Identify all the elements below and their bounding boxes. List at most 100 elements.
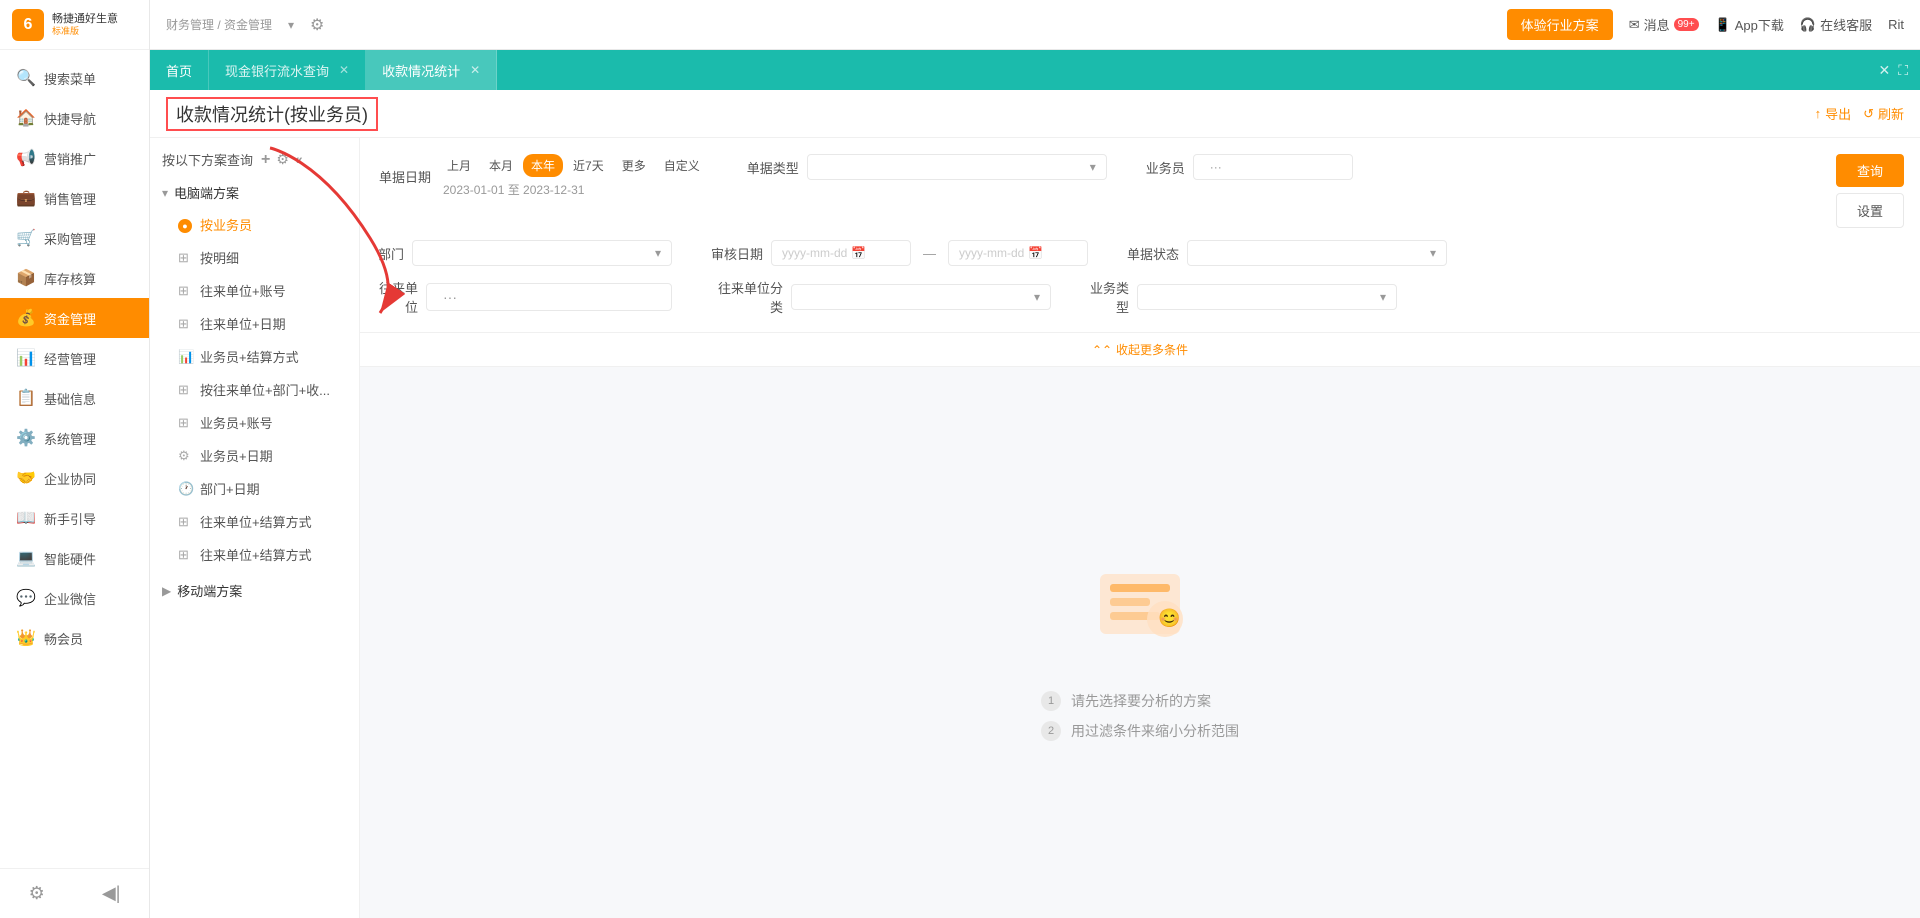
sidebar-item-system[interactable]: ⚙️ 系统管理 <box>0 418 149 458</box>
sidebar-item-purchase[interactable]: 🛒 采购管理 <box>0 218 149 258</box>
dept-select[interactable]: ▾ <box>412 240 672 266</box>
scheme-by-salesperson[interactable]: ● 按业务员 <box>150 208 359 241</box>
tab-receipts-close-icon[interactable]: ✕ <box>470 63 480 77</box>
tab-receipts[interactable]: 收款情况统计 ✕ <box>366 50 497 90</box>
filter-area: 单据日期 上月 本月 本年 近7天 更多 自定义 2023-01-01 至 20… <box>360 138 1920 333</box>
left-panel-header: 按以下方案查询 + ⚙ « <box>150 138 359 177</box>
date-tab-this-year[interactable]: 本年 <box>523 154 563 177</box>
mobile-scheme-header[interactable]: ▶ 移动端方案 <box>150 575 359 606</box>
date-tab-last-month[interactable]: 上月 <box>439 154 479 177</box>
date-tab-custom[interactable]: 自定义 <box>656 154 708 177</box>
scheme-by-detail[interactable]: ⊞ 按明细 <box>150 241 359 274</box>
doc-type-select[interactable]: ▾ <box>807 154 1107 180</box>
export-label: 导出 <box>1825 104 1851 123</box>
page-header: 收款情况统计(按业务员) ↑ 导出 ↺ 刷新 <box>150 90 1920 138</box>
sidebar-collapse-button[interactable]: ◀| <box>94 879 129 908</box>
setting-button[interactable]: 设置 <box>1836 193 1904 228</box>
date-tab-more[interactable]: 更多 <box>614 154 654 177</box>
service-button[interactable]: 🎧 在线客服 <box>1800 15 1872 34</box>
sidebar-label-search: 搜索菜单 <box>44 69 96 88</box>
service-label: 在线客服 <box>1820 15 1872 34</box>
counterpart-category-select[interactable]: ▾ <box>791 284 1051 310</box>
sidebar-item-sales[interactable]: 💼 销售管理 <box>0 178 149 218</box>
review-date-start-input[interactable]: yyyy-mm-dd 📅 <box>771 240 911 266</box>
review-date-end-input[interactable]: yyyy-mm-dd 📅 <box>948 240 1088 266</box>
trial-button[interactable]: 体验行业方案 <box>1507 9 1613 40</box>
desktop-scheme-header[interactable]: ▾ 电脑端方案 <box>150 177 359 208</box>
desktop-scheme-label: 电脑端方案 <box>174 183 239 202</box>
doc-status-select[interactable]: ▾ <box>1187 240 1447 266</box>
partner-date-icon: ⊞ <box>178 316 194 332</box>
guide-icon: 📖 <box>16 508 36 528</box>
refresh-label: 刷新 <box>1878 104 1904 123</box>
tab-bank[interactable]: 现金银行流水查询 ✕ <box>209 50 366 90</box>
service-icon: 🎧 <box>1800 17 1816 33</box>
sidebar-item-finance[interactable]: 💰 资金管理 <box>0 298 149 338</box>
sidebar-item-hardware[interactable]: 💻 智能硬件 <box>0 538 149 578</box>
scheme-salesperson-account[interactable]: ⊞ 业务员+账号 <box>150 406 359 439</box>
doc-status-chevron-icon: ▾ <box>1430 246 1436 260</box>
sidebar-item-inventory[interactable]: 📦 库存核算 <box>0 258 149 298</box>
tab-expand-icon[interactable]: ⛶ <box>1898 62 1908 79</box>
dept-chevron-icon: ▾ <box>655 246 661 260</box>
scheme-partner-date[interactable]: ⊞ 往来单位+日期 <box>150 307 359 340</box>
tab-close-all-icon[interactable]: ✕ <box>1878 62 1890 79</box>
counterpart-select[interactable]: ··· <box>426 283 672 311</box>
salesperson-select[interactable]: ··· <box>1193 154 1353 180</box>
message-button[interactable]: ✉ 消息 99+ <box>1629 15 1699 34</box>
date-tab-7days[interactable]: 近7天 <box>565 154 612 177</box>
review-date-label: 审核日期 <box>708 244 763 263</box>
left-panel: 按以下方案查询 + ⚙ « ▾ 电脑端方案 ● 按业务员 <box>150 138 360 918</box>
app-download-button[interactable]: 📱 App下载 <box>1715 15 1784 34</box>
calendar-end-icon[interactable]: 📅 <box>1028 246 1043 260</box>
sidebar-item-marketing[interactable]: 📢 营销推广 <box>0 138 149 178</box>
scheme-settings-icon[interactable]: ⚙ <box>276 151 289 169</box>
scheme-partner-dept-collect[interactable]: ⊞ 按往来单位+部门+收... <box>150 373 359 406</box>
salesperson-scheme-icon: ● <box>178 217 194 233</box>
scheme-partner-account[interactable]: ⊞ 往来单位+账号 <box>150 274 359 307</box>
date-range-display: 2023-01-01 至 2023-12-31 <box>443 181 708 198</box>
scheme-salesperson-date[interactable]: ⚙ 业务员+日期 <box>150 439 359 472</box>
sidebar-item-search[interactable]: 🔍 搜索菜单 <box>0 58 149 98</box>
tip-text-2: 用过滤条件来缩小分析范围 <box>1071 721 1239 741</box>
tip-item-1: 1 请先选择要分析的方案 <box>1041 691 1239 711</box>
collapse-button[interactable]: ⌃⌃ 收起更多条件 <box>1092 341 1188 358</box>
tab-bank-close-icon[interactable]: ✕ <box>339 63 349 77</box>
salesperson-label: 业务员 <box>1143 158 1185 177</box>
counterpart-label: 往来单位 <box>376 278 418 316</box>
sidebar-item-business[interactable]: 📊 经营管理 <box>0 338 149 378</box>
counterpart-dots-icon: ··· <box>443 289 457 305</box>
sidebar-item-corp[interactable]: 🤝 企业协同 <box>0 458 149 498</box>
breadcrumb: 财务管理 / 资金管理 <box>166 16 272 33</box>
sidebar-item-guide[interactable]: 📖 新手引导 <box>0 498 149 538</box>
sidebar-label-system: 系统管理 <box>44 429 96 448</box>
scheme-partner-settlement1[interactable]: ⊞ 往来单位+结算方式 <box>150 505 359 538</box>
topbar-settings-icon[interactable]: ⚙ <box>310 15 324 35</box>
sidebar-item-quicknav[interactable]: 🏠 快捷导航 <box>0 98 149 138</box>
salesperson-date-icon: ⚙ <box>178 448 194 464</box>
user-label[interactable]: Rit <box>1888 17 1904 32</box>
tip-num-1: 1 <box>1041 691 1061 711</box>
sidebar-item-basic[interactable]: 📋 基础信息 <box>0 378 149 418</box>
tab-home[interactable]: 首页 <box>150 50 209 90</box>
add-scheme-button[interactable]: + <box>261 151 270 169</box>
export-button[interactable]: ↑ 导出 <box>1815 104 1852 123</box>
sidebar-item-wechat[interactable]: 💬 企业微信 <box>0 578 149 618</box>
scheme-salesperson-settlement[interactable]: 📊 业务员+结算方式 <box>150 340 359 373</box>
business-type-label: 业务类型 <box>1087 278 1129 316</box>
refresh-button[interactable]: ↺ 刷新 <box>1863 104 1904 123</box>
scheme-dept-date[interactable]: 🕐 部门+日期 <box>150 472 359 505</box>
main-area: 财务管理 / 资金管理 ▾ ⚙ 体验行业方案 ✉ 消息 99+ 📱 App下载 … <box>150 0 1920 918</box>
date-tab-this-month[interactable]: 本月 <box>481 154 521 177</box>
left-panel-title: 按以下方案查询 <box>162 150 253 169</box>
collapse-panel-icon[interactable]: « <box>295 151 303 169</box>
sidebar-label-inventory: 库存核算 <box>44 269 96 288</box>
calendar-start-icon[interactable]: 📅 <box>851 246 866 260</box>
business-type-chevron-icon: ▾ <box>1380 290 1386 304</box>
sidebar-item-member[interactable]: 👑 畅会员 <box>0 618 149 658</box>
scheme-partner-settlement2[interactable]: ⊞ 往来单位+结算方式 <box>150 538 359 571</box>
partner-dept-icon: ⊞ <box>178 382 194 398</box>
business-type-select[interactable]: ▾ <box>1137 284 1397 310</box>
query-button[interactable]: 查询 <box>1836 154 1904 187</box>
sidebar-settings-button[interactable]: ⚙ <box>21 879 53 908</box>
